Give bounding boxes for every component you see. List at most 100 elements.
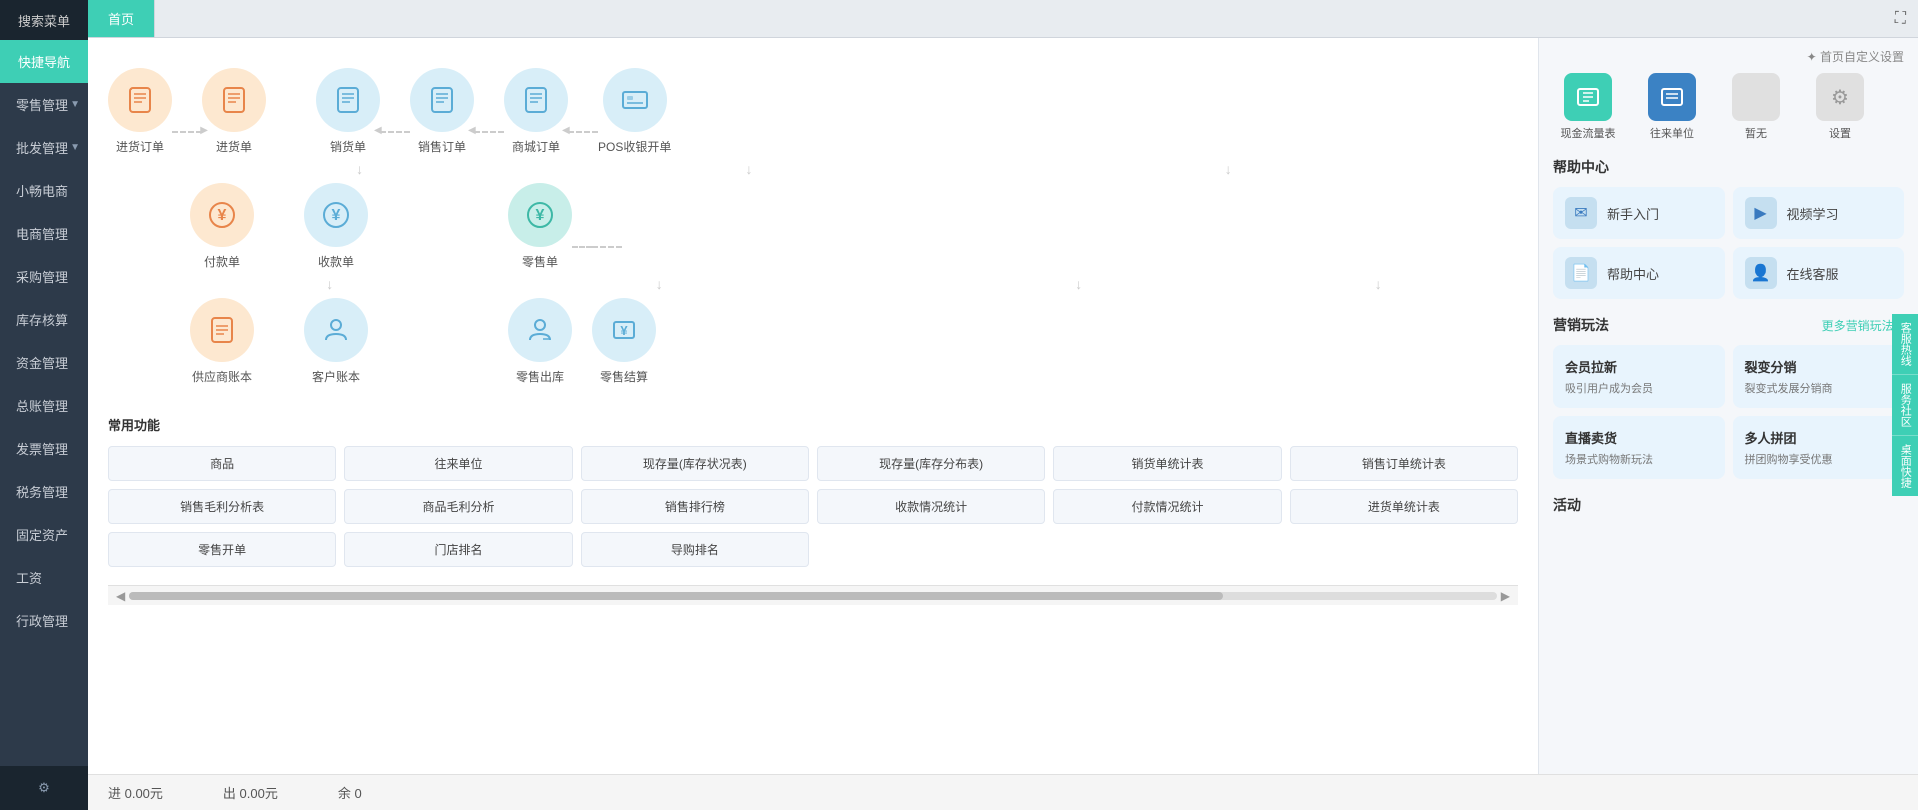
func-btn-付款情况统计[interactable]: 付款情况统计 (1053, 489, 1281, 524)
main-area: 首页 ⛶ 进货订单 (88, 0, 1918, 810)
func-btn-销售排行榜[interactable]: 销售排行榜 (581, 489, 809, 524)
marketing-title: 营销玩法 (1553, 315, 1609, 335)
func-btn-商品毛利分析[interactable]: 商品毛利分析 (344, 489, 572, 524)
sidebar-item-ecommerce[interactable]: 小畅电商 (0, 169, 88, 212)
sidebar-item-funds[interactable]: 资金管理 (0, 341, 88, 384)
scroll-right-arrow[interactable]: ▶ (1501, 589, 1510, 603)
func-btn-导购排名[interactable]: 导购排名 (581, 532, 809, 567)
sidebar-item-retail[interactable]: 零售管理 ▼ (0, 83, 88, 126)
down-arrow-purchase: ↓ (310, 162, 410, 176)
func-btn-商品[interactable]: 商品 (108, 446, 336, 481)
sidebar-item-payroll[interactable]: 工资 (0, 556, 88, 599)
svg-text:¥: ¥ (332, 207, 341, 224)
sidebar-item-ledger[interactable]: 总账管理 (0, 384, 88, 427)
right-header: ✦ 首页自定义设置 (1553, 48, 1904, 65)
marketing-item-3[interactable]: 多人拼团拼团购物享受优惠 (1733, 416, 1905, 479)
help-item-0[interactable]: ✉新手入门 (1553, 187, 1725, 239)
flow-node-retail-settle[interactable]: ¥ 零售结算 (592, 298, 656, 385)
down-arrow-retail: ↓ (1029, 277, 1129, 291)
sidebar-item-inventory[interactable]: 库存核算 (0, 298, 88, 341)
homepage-settings-link[interactable]: ✦ 首页自定义设置 (1807, 48, 1904, 65)
func-btn-销售订单统计表[interactable]: 销售订单统计表 (1290, 446, 1518, 481)
content-area: 进货订单 进货单 (88, 38, 1918, 774)
func-btn-门店排名[interactable]: 门店排名 (344, 532, 572, 567)
down-arrow-mall: ↓ (1178, 162, 1278, 176)
sidebar: 搜索菜单 快捷导航 零售管理 ▼ 批发管理 ▼ 小畅电商 电商管理 采购管理 库… (0, 0, 88, 810)
flow-node-receipt[interactable]: ¥ 收款单 (304, 183, 368, 270)
quick-icon-3[interactable]: ⚙设置 (1805, 73, 1875, 141)
func-btn-进货单统计表[interactable]: 进货单统计表 (1290, 489, 1518, 524)
tab-home[interactable]: 首页 (88, 0, 155, 37)
scroll-track[interactable] (129, 592, 1497, 600)
help-item-3[interactable]: 👤在线客服 (1733, 247, 1905, 299)
func-row1: 商品往来单位现存量(库存状况表)现存量(库存分布表)销货单统计表销售订单统计表 (108, 446, 1518, 481)
bottom-stat-1: 出 0.00元 (223, 783, 278, 802)
flow-node-purchase[interactable]: 进货单 (202, 68, 266, 155)
help-grid: ✉新手入门▶视频学习📄帮助中心👤在线客服 (1553, 187, 1904, 299)
func-btn-现存量(库存分布表)[interactable]: 现存量(库存分布表) (817, 446, 1045, 481)
quick-icon-2[interactable]: 暂无 (1721, 73, 1791, 141)
flow-node-sales-order[interactable]: 销售订单 (410, 68, 474, 155)
func-btn-现存量(库存状况表)[interactable]: 现存量(库存状况表) (581, 446, 809, 481)
func-btn-零售开单[interactable]: 零售开单 (108, 532, 336, 567)
common-functions-title: 常用功能 (108, 415, 1518, 434)
down-arrow-payment: ↓ (280, 277, 380, 291)
help-icon-3: 👤 (1745, 257, 1777, 289)
left-panel: 进货订单 进货单 (88, 38, 1538, 774)
down-arrow-receipt: ↓ (609, 277, 709, 291)
func-btn-销售毛利分析表[interactable]: 销售毛利分析表 (108, 489, 336, 524)
flow-node-payment[interactable]: ¥ 付款单 (190, 183, 254, 270)
tabbar: 首页 ⛶ (88, 0, 1918, 38)
help-center-section: 帮助中心 ✉新手入门▶视频学习📄帮助中心👤在线客服 (1553, 157, 1904, 299)
sidebar-item-assets[interactable]: 固定资产 (0, 513, 88, 556)
down-arrow-sales: ↓ (699, 162, 799, 176)
help-icon-0: ✉ (1565, 197, 1597, 229)
activity-title: 活动 (1553, 495, 1904, 515)
quick-icon-0[interactable]: 现金流量表 (1553, 73, 1623, 141)
flow-node-retail-out[interactable]: 零售出库 (508, 298, 572, 385)
bottom-stat-0: 进 0.00元 (108, 783, 163, 802)
flow-node-retail-order[interactable]: ¥ 零售单 (508, 183, 572, 270)
func-row3: 零售开单门店排名导购排名 (108, 532, 1518, 567)
scroll-left-arrow[interactable]: ◀ (116, 589, 125, 603)
sidebar-item-wholesale[interactable]: 批发管理 ▼ (0, 126, 88, 169)
arrow-icon: ▼ (70, 142, 80, 153)
search-menu-button[interactable]: 搜索菜单 (0, 0, 88, 40)
sidebar-item-invoice[interactable]: 发票管理 (0, 427, 88, 470)
sidebar-item-tax[interactable]: 税务管理 (0, 470, 88, 513)
func-btn-收款情况统计[interactable]: 收款情况统计 (817, 489, 1045, 524)
marketing-item-1[interactable]: 裂变分销裂变式发展分销商 (1733, 345, 1905, 408)
marketing-header: 营销玩法 更多营销玩法 > (1553, 315, 1904, 335)
arrow-icon: ▼ (70, 99, 80, 110)
help-item-1[interactable]: ▶视频学习 (1733, 187, 1905, 239)
flow-node-sales[interactable]: 销货单 (316, 68, 380, 155)
sidebar-item-admin[interactable]: 行政管理 (0, 599, 88, 642)
help-icon-1: ▶ (1745, 197, 1777, 229)
help-icon-2: 📄 (1565, 257, 1597, 289)
float-btn-0[interactable]: 客服热线 (1892, 314, 1918, 375)
quick-icon-1[interactable]: 往来单位 (1637, 73, 1707, 141)
flow-node-pos[interactable]: POS收银开单 (598, 68, 671, 155)
func-btn-往来单位[interactable]: 往来单位 (344, 446, 572, 481)
flow-node-purchase-order[interactable]: 进货订单 (108, 68, 172, 155)
fullscreen-button[interactable]: ⛶ (1883, 0, 1918, 37)
flow-node-mall-order[interactable]: 商城订单 (504, 68, 568, 155)
marketing-item-2[interactable]: 直播卖货场景式购物新玩法 (1553, 416, 1725, 479)
svg-text:¥: ¥ (536, 207, 545, 224)
flow-node-supplier-account[interactable]: 供应商账本 (190, 298, 254, 385)
marketing-section: 营销玩法 更多营销玩法 > 会员拉新吸引用户成为会员裂变分销裂变式发展分销商直播… (1553, 315, 1904, 479)
sidebar-settings-button[interactable]: ⚙ (0, 766, 88, 810)
help-item-2[interactable]: 📄帮助中心 (1553, 247, 1725, 299)
float-btn-1[interactable]: 服务社区 (1892, 375, 1918, 436)
func-btn-销货单统计表[interactable]: 销货单统计表 (1053, 446, 1281, 481)
sidebar-item-ecommerce-mgmt[interactable]: 电商管理 (0, 212, 88, 255)
float-btn-2[interactable]: 桌面快捷 (1892, 436, 1918, 496)
marketing-item-0[interactable]: 会员拉新吸引用户成为会员 (1553, 345, 1725, 408)
quick-nav-button[interactable]: 快捷导航 (0, 40, 88, 83)
quick-icons: 现金流量表往来单位暂无⚙设置 (1553, 73, 1904, 141)
sidebar-item-procurement[interactable]: 采购管理 (0, 255, 88, 298)
activity-section: 活动 (1553, 495, 1904, 515)
flow-node-customer-account[interactable]: 客户账本 (304, 298, 368, 385)
bottom-stat-2: 余 0 (338, 783, 362, 802)
scroll-bar: ◀ ▶ (108, 585, 1518, 605)
